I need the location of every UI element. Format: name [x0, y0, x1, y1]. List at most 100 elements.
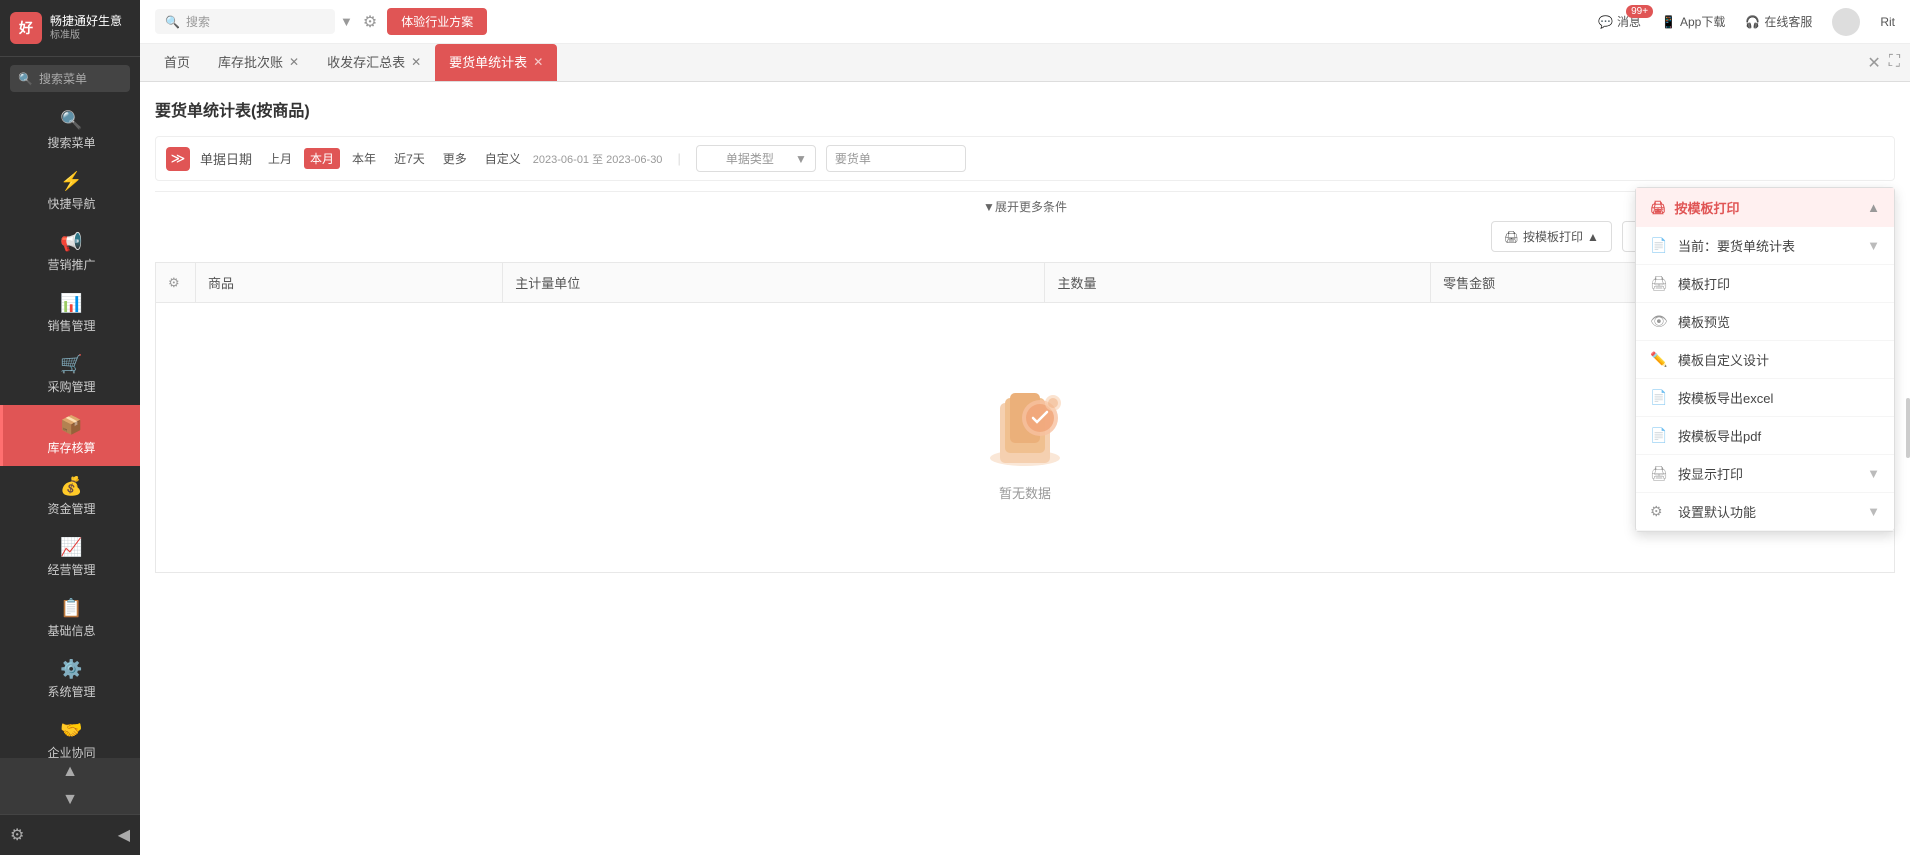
dropdown-print-icon: 🖨 [1650, 200, 1667, 216]
print-dropdown-btn[interactable]: 🖨 按模板打印 ▲ [1491, 221, 1612, 252]
close-tab-collect[interactable]: ✕ [411, 55, 421, 69]
expand-more-btn[interactable]: ▼ 展开更多条件 [155, 191, 1895, 221]
select-arrow-icon: ▼ [795, 152, 807, 166]
col-qty: 主数量 [1045, 263, 1431, 303]
nav-label-system: 系统管理 [47, 683, 95, 700]
print-arrow-icon: ▲ [1587, 230, 1599, 244]
user-avatar[interactable] [1832, 8, 1860, 36]
sidebar-scroll-down[interactable]: ▼ [0, 786, 140, 814]
online-service-btn[interactable]: 🎧 在线客服 [1745, 13, 1812, 30]
collab-icon: 🤝 [60, 720, 82, 741]
toolbar: 🖨 按模板打印 ▲ ↑ 导出 ↺ 刷新 ··· 查询 设置 [155, 221, 1895, 252]
date-this-month[interactable]: 本月 [304, 148, 340, 169]
date-custom[interactable]: 自定义 [479, 148, 527, 169]
maximize-icon[interactable]: ⛶ [1889, 53, 1900, 73]
date-this-year[interactable]: 本年 [346, 148, 382, 169]
table-setting-icon[interactable]: ⚙ [168, 275, 180, 290]
collapse-icon[interactable]: ◀ [118, 825, 130, 845]
dropdown-item-template-print[interactable]: 🖨 模板打印 [1636, 265, 1894, 303]
settings-icon[interactable]: ⚙ [10, 825, 24, 845]
dropdown-close-icon[interactable]: ▲ [1867, 200, 1880, 215]
no-data-illustration [975, 373, 1075, 473]
col-goods: 商品 [196, 263, 503, 303]
topbar-gear-icon[interactable]: ⚙ [363, 12, 377, 32]
dropdown-current-template[interactable]: 📄 当前：要货单统计表 ▼ [1636, 227, 1894, 265]
app-name: 畅捷通好生意 标准版 [50, 13, 122, 44]
set-default-arrow[interactable]: ▼ [1867, 504, 1880, 519]
dropdown-set-default[interactable]: ⚙ 设置默认功能 ▼ [1636, 493, 1894, 531]
tab-collect[interactable]: 收发存汇总表 ✕ [313, 44, 435, 81]
sidebar-item-quicknav[interactable]: ⚡ 快捷导航 [0, 161, 140, 222]
dropdown-header: 🖨 按模板打印 ▲ [1636, 188, 1894, 227]
message-btn[interactable]: 💬 消息 99+ [1598, 13, 1641, 30]
dropdown-item-export-excel[interactable]: 📄 按模板导出excel [1636, 379, 1894, 417]
experience-btn[interactable]: 体验行业方案 [387, 8, 487, 35]
sidebar: 好 畅捷通好生意 标准版 🔍 搜索菜单 🔍搜索菜单⚡快捷导航📢营销推广📊销售管理… [0, 0, 140, 855]
finance-icon: 💰 [60, 476, 82, 497]
sidebar-item-basic[interactable]: 📋基础信息 [0, 588, 140, 649]
sidebar-item-marketing[interactable]: 📢营销推广 [0, 222, 140, 283]
inventory-icon: 📦 [60, 415, 82, 436]
date-more[interactable]: 更多 [437, 148, 473, 169]
search-icon: 🔍 [60, 110, 82, 131]
filter-expand-btn[interactable]: ≫ [166, 147, 190, 171]
sidebar-item-finance[interactable]: 💰 资金管理 [0, 466, 140, 527]
display-print-arrow[interactable]: ▼ [1867, 466, 1880, 481]
system-icon: ⚙️ [60, 659, 82, 680]
sidebar-item-sales[interactable]: 📊销售管理 [0, 283, 140, 344]
date-label: 单据日期 [200, 149, 252, 168]
tab-home[interactable]: 首页 [150, 44, 204, 81]
nav-label-marketing: 营销推广 [47, 256, 95, 273]
close-tab-batch[interactable]: ✕ [289, 55, 299, 69]
username[interactable]: Rit [1880, 15, 1895, 29]
nav-label-inventory: 库存核算 [47, 439, 95, 456]
close-tab-order[interactable]: ✕ [533, 55, 543, 69]
dropdown-expand-icon[interactable]: ▼ [1867, 238, 1880, 253]
quicknav-icon: ⚡ [60, 171, 82, 192]
tab-maximize-controls: ✕ ⛶ [1867, 53, 1900, 73]
topbar: 🔍 搜索 ▼ ⚙ 体验行业方案 💬 消息 99+ 📱 App下载 🎧 在线客服 … [140, 0, 1910, 44]
sidebar-scroll-up[interactable]: ▲ [0, 758, 140, 786]
nav-label-basic: 基础信息 [47, 622, 95, 639]
expand-icon: ▼ [983, 200, 995, 214]
message-icon: 💬 [1598, 15, 1613, 29]
print-icon: 🖨 [1504, 230, 1519, 244]
dropdown-item-template-design[interactable]: ✏️ 模板自定义设计 [1636, 341, 1894, 379]
sidebar-item-operation[interactable]: 📈经营管理 [0, 527, 140, 588]
filter-divider: | [677, 151, 680, 166]
date-last7days[interactable]: 近7天 [388, 148, 431, 169]
template-preview-icon: 👁 [1650, 313, 1668, 330]
print-dropdown-menu: 🖨 按模板打印 ▲ 📄 当前：要货单统计表 ▼ 🖨 模板打印 👁 模板预览 [1635, 187, 1895, 532]
tab-batch[interactable]: 库存批次账 ✕ [204, 44, 313, 81]
sidebar-item-purchase[interactable]: 🛒采购管理 [0, 344, 140, 405]
nav-label-finance: 资金管理 [47, 500, 95, 517]
date-options: 上月 本月 本年 近7天 更多 自定义 2023-06-01 至 2023-06… [262, 148, 662, 169]
tab-order[interactable]: 要货单统计表 ✕ [435, 44, 557, 81]
col-unit: 主计量单位 [503, 263, 1045, 303]
export-excel-icon: 📄 [1650, 389, 1668, 406]
sidebar-item-search[interactable]: 🔍搜索菜单 [0, 100, 140, 161]
topbar-search[interactable]: 🔍 搜索 [155, 9, 335, 34]
topbar-dropdown-arrow[interactable]: ▼ [340, 14, 353, 29]
sidebar-item-inventory[interactable]: 📦 库存核算 [0, 405, 140, 466]
template-design-icon: ✏️ [1650, 351, 1668, 368]
service-icon: 🎧 [1745, 15, 1760, 29]
sidebar-item-collab[interactable]: 🤝企业协同 [0, 710, 140, 758]
date-range: 2023-06-01 至 2023-06-30 [533, 151, 663, 167]
nav-label-purchase: 采购管理 [47, 378, 95, 395]
close-window-icon[interactable]: ✕ [1867, 53, 1880, 73]
nav-label-quicknav: 快捷导航 [47, 195, 95, 212]
app-download-btn[interactable]: 📱 App下载 [1661, 13, 1725, 30]
table-settings-col[interactable]: ⚙ [156, 263, 196, 303]
goods-filter-input[interactable]: 要货单 [826, 145, 966, 172]
dropdown-item-template-preview[interactable]: 👁 模板预览 [1636, 303, 1894, 341]
sidebar-item-system[interactable]: ⚙️ 系统管理 [0, 649, 140, 710]
data-table: ⚙ 商品 主计量单位 主数量 零售金额 [155, 262, 1895, 573]
sidebar-search[interactable]: 🔍 搜索菜单 [10, 65, 130, 92]
nav-label-sales: 销售管理 [47, 317, 95, 334]
order-type-select[interactable]: 单据类型 ▼ [696, 145, 816, 172]
dropdown-display-print[interactable]: 🖨 按显示打印 ▼ [1636, 455, 1894, 493]
dropdown-header-left: 🖨 按模板打印 [1650, 198, 1740, 217]
date-prev-month[interactable]: 上月 [262, 148, 298, 169]
dropdown-item-export-pdf[interactable]: 📄 按模板导出pdf [1636, 417, 1894, 455]
